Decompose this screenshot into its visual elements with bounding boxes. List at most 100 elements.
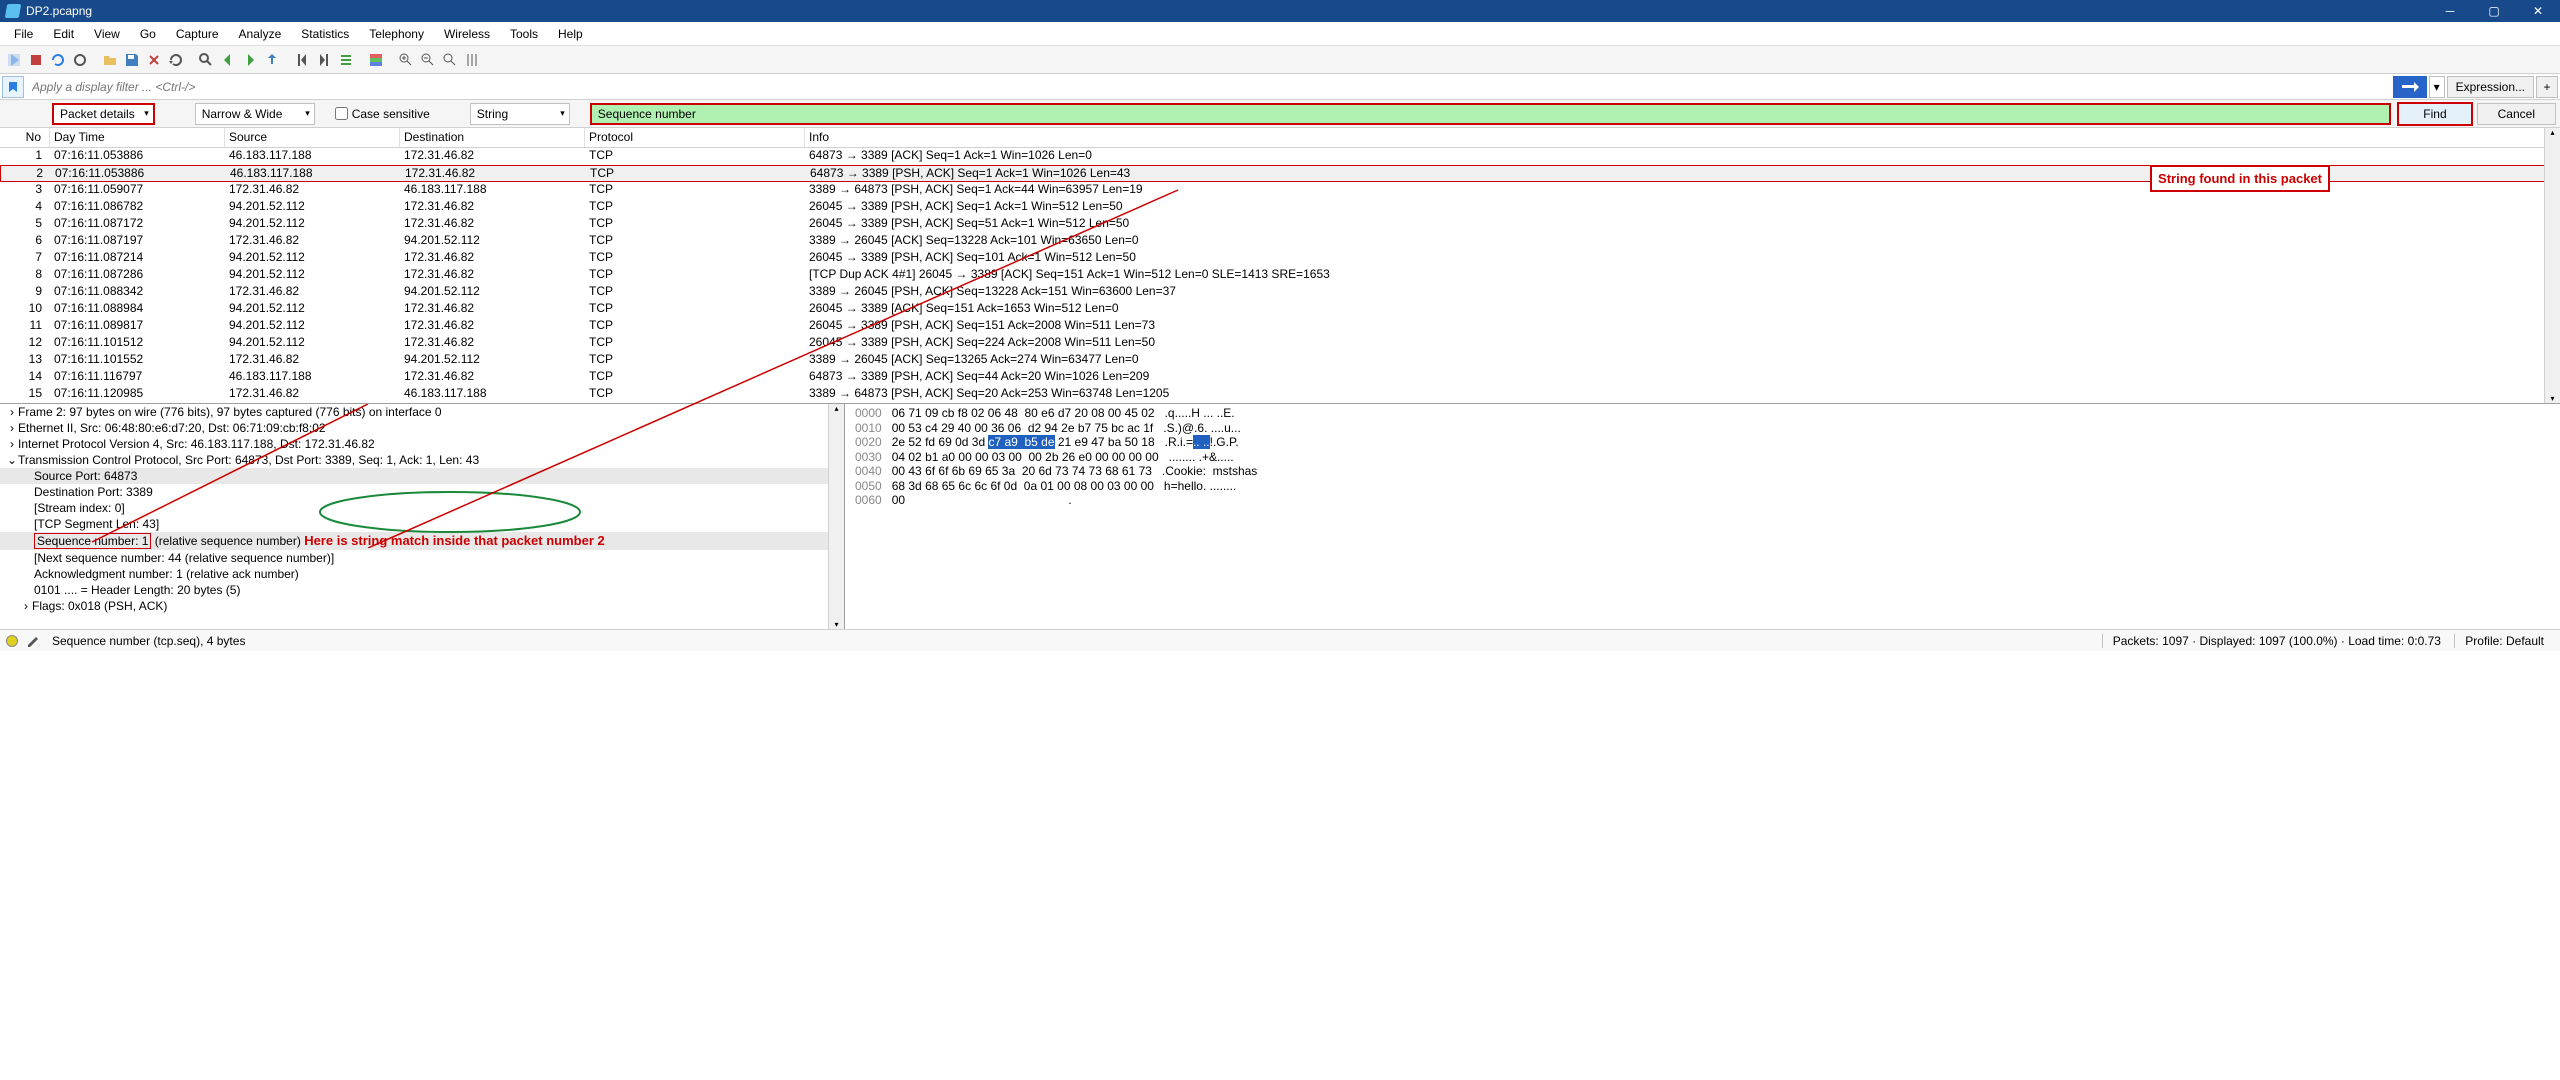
detail-stream[interactable]: [Stream index: 0] xyxy=(0,500,844,516)
col-source[interactable]: Source xyxy=(225,128,400,147)
display-filter-bar: ▾ Expression... + xyxy=(0,74,2560,100)
col-destination[interactable]: Destination xyxy=(400,128,585,147)
edit-icon[interactable] xyxy=(26,633,42,649)
search-in-dropdown[interactable]: Packet details xyxy=(52,103,155,125)
hex-row[interactable]: 0020 2e 52 fd 69 0d 3d c7 a9 b5 de 21 e9… xyxy=(855,435,2560,450)
packet-row[interactable]: 507:16:11.08717294.201.52.112172.31.46.8… xyxy=(0,216,2560,233)
packet-row[interactable]: 807:16:11.08728694.201.52.112172.31.46.8… xyxy=(0,267,2560,284)
filter-history-dropdown[interactable]: ▾ xyxy=(2429,76,2445,98)
stop-capture-icon[interactable] xyxy=(26,50,46,70)
packet-row[interactable]: 607:16:11.087197172.31.46.8294.201.52.11… xyxy=(0,233,2560,250)
packet-row[interactable]: 1507:16:11.120985172.31.46.8246.183.117.… xyxy=(0,386,2560,403)
packet-row[interactable]: 1007:16:11.08898494.201.52.112172.31.46.… xyxy=(0,301,2560,318)
col-time[interactable]: Day Time xyxy=(50,128,225,147)
app-icon xyxy=(5,4,21,18)
packet-list-scrollbar[interactable] xyxy=(2544,128,2560,403)
col-protocol[interactable]: Protocol xyxy=(585,128,805,147)
options-icon[interactable] xyxy=(70,50,90,70)
colorize-icon[interactable] xyxy=(366,50,386,70)
expression-button[interactable]: Expression... xyxy=(2447,76,2534,98)
hex-dump-pane[interactable]: 0000 06 71 09 cb f8 02 06 48 80 e6 d7 20… xyxy=(845,404,2560,629)
detail-ip[interactable]: ›Internet Protocol Version 4, Src: 46.18… xyxy=(0,436,844,452)
prev-icon[interactable] xyxy=(218,50,238,70)
annotation-found: String found in this packet xyxy=(2150,165,2330,192)
zoom-out-icon[interactable] xyxy=(418,50,438,70)
reload-icon[interactable] xyxy=(166,50,186,70)
search-type-dropdown[interactable]: String xyxy=(470,103,570,125)
menu-telephony[interactable]: Telephony xyxy=(359,22,434,46)
last-icon[interactable] xyxy=(314,50,334,70)
detail-ack[interactable]: Acknowledgment number: 1 (relative ack n… xyxy=(0,566,844,582)
hex-row[interactable]: 0030 04 02 b1 a0 00 00 03 00 00 2b 26 e0… xyxy=(855,450,2560,465)
packet-row[interactable]: 1307:16:11.101552172.31.46.8294.201.52.1… xyxy=(0,352,2560,369)
start-capture-icon[interactable] xyxy=(4,50,24,70)
find-input[interactable] xyxy=(590,103,2392,125)
packet-row[interactable]: 907:16:11.088342172.31.46.8294.201.52.11… xyxy=(0,284,2560,301)
packet-row[interactable]: 1107:16:11.08981794.201.52.112172.31.46.… xyxy=(0,318,2560,335)
details-scrollbar[interactable] xyxy=(828,404,844,629)
expert-info-icon[interactable] xyxy=(6,635,18,647)
restart-capture-icon[interactable] xyxy=(48,50,68,70)
detail-dst-port[interactable]: Destination Port: 3389 xyxy=(0,484,844,500)
autoscroll-icon[interactable] xyxy=(336,50,356,70)
zoom-reset-icon[interactable] xyxy=(440,50,460,70)
menu-help[interactable]: Help xyxy=(548,22,593,46)
hex-row[interactable]: 0050 68 3d 68 65 6c 6c 6f 0d 0a 01 00 08… xyxy=(855,479,2560,494)
search-width-dropdown[interactable]: Narrow & Wide xyxy=(195,103,315,125)
detail-seqnum[interactable]: Sequence number: 1 (relative sequence nu… xyxy=(0,532,844,550)
next-icon[interactable] xyxy=(240,50,260,70)
col-no[interactable]: No xyxy=(0,128,50,147)
close-file-icon[interactable] xyxy=(144,50,164,70)
menu-capture[interactable]: Capture xyxy=(166,22,229,46)
menu-statistics[interactable]: Statistics xyxy=(291,22,359,46)
detail-hdrlen[interactable]: 0101 .... = Header Length: 20 bytes (5) xyxy=(0,582,844,598)
hex-row[interactable]: 0060 00 . xyxy=(855,493,2560,508)
packet-details-pane[interactable]: ›Frame 2: 97 bytes on wire (776 bits), 9… xyxy=(0,404,845,629)
bookmark-icon[interactable] xyxy=(2,76,24,98)
resize-columns-icon[interactable] xyxy=(462,50,482,70)
save-icon[interactable] xyxy=(122,50,142,70)
menu-go[interactable]: Go xyxy=(130,22,166,46)
first-icon[interactable] xyxy=(292,50,312,70)
hex-row[interactable]: 0040 00 43 6f 6f 6b 69 65 3a 20 6d 73 74… xyxy=(855,464,2560,479)
menu-analyze[interactable]: Analyze xyxy=(229,22,292,46)
detail-tcp[interactable]: ⌄Transmission Control Protocol, Src Port… xyxy=(0,452,844,468)
packet-row[interactable]: 407:16:11.08678294.201.52.112172.31.46.8… xyxy=(0,199,2560,216)
add-filter-button[interactable]: + xyxy=(2536,76,2558,98)
find-bar: Packet details Narrow & Wide Case sensit… xyxy=(0,100,2560,128)
detail-frame[interactable]: ›Frame 2: 97 bytes on wire (776 bits), 9… xyxy=(0,404,844,420)
close-button[interactable]: ✕ xyxy=(2516,0,2560,22)
packet-row[interactable]: 707:16:11.08721494.201.52.112172.31.46.8… xyxy=(0,250,2560,267)
zoom-in-icon[interactable] xyxy=(396,50,416,70)
case-sensitive-checkbox[interactable]: Case sensitive xyxy=(335,107,430,121)
detail-ethernet[interactable]: ›Ethernet II, Src: 06:48:80:e6:d7:20, Ds… xyxy=(0,420,844,436)
detail-src-port[interactable]: Source Port: 64873 xyxy=(0,468,844,484)
packet-row[interactable]: 107:16:11.05388646.183.117.188172.31.46.… xyxy=(0,148,2560,165)
cancel-button[interactable]: Cancel xyxy=(2477,103,2556,125)
menu-tools[interactable]: Tools xyxy=(500,22,548,46)
detail-flags[interactable]: ›Flags: 0x018 (PSH, ACK) xyxy=(0,598,844,614)
display-filter-input[interactable] xyxy=(26,76,2391,98)
status-profile[interactable]: Profile: Default xyxy=(2454,634,2554,648)
status-bar: Sequence number (tcp.seq), 4 bytes Packe… xyxy=(0,629,2560,651)
col-info[interactable]: Info xyxy=(805,128,2560,147)
packet-row[interactable]: 1407:16:11.11679746.183.117.188172.31.46… xyxy=(0,369,2560,386)
apply-filter-button[interactable] xyxy=(2393,76,2427,98)
packet-list-header: No Day Time Source Destination Protocol … xyxy=(0,128,2560,148)
maximize-button[interactable]: ▢ xyxy=(2472,0,2516,22)
menu-view[interactable]: View xyxy=(84,22,130,46)
detail-nextseq[interactable]: [Next sequence number: 44 (relative sequ… xyxy=(0,550,844,566)
menu-wireless[interactable]: Wireless xyxy=(434,22,500,46)
hex-row[interactable]: 0000 06 71 09 cb f8 02 06 48 80 e6 d7 20… xyxy=(855,406,2560,421)
minimize-button[interactable]: ─ xyxy=(2428,0,2472,22)
detail-seglen[interactable]: [TCP Segment Len: 43] xyxy=(0,516,844,532)
annotation-match: Here is string match inside that packet … xyxy=(304,533,605,548)
packet-row[interactable]: 1207:16:11.10151294.201.52.112172.31.46.… xyxy=(0,335,2560,352)
open-icon[interactable] xyxy=(100,50,120,70)
find-button[interactable]: Find xyxy=(2397,102,2472,126)
menu-file[interactable]: File xyxy=(4,22,43,46)
menu-edit[interactable]: Edit xyxy=(43,22,84,46)
hex-row[interactable]: 0010 00 53 c4 29 40 00 36 06 d2 94 2e b7… xyxy=(855,421,2560,436)
find-icon[interactable] xyxy=(196,50,216,70)
goto-icon[interactable] xyxy=(262,50,282,70)
